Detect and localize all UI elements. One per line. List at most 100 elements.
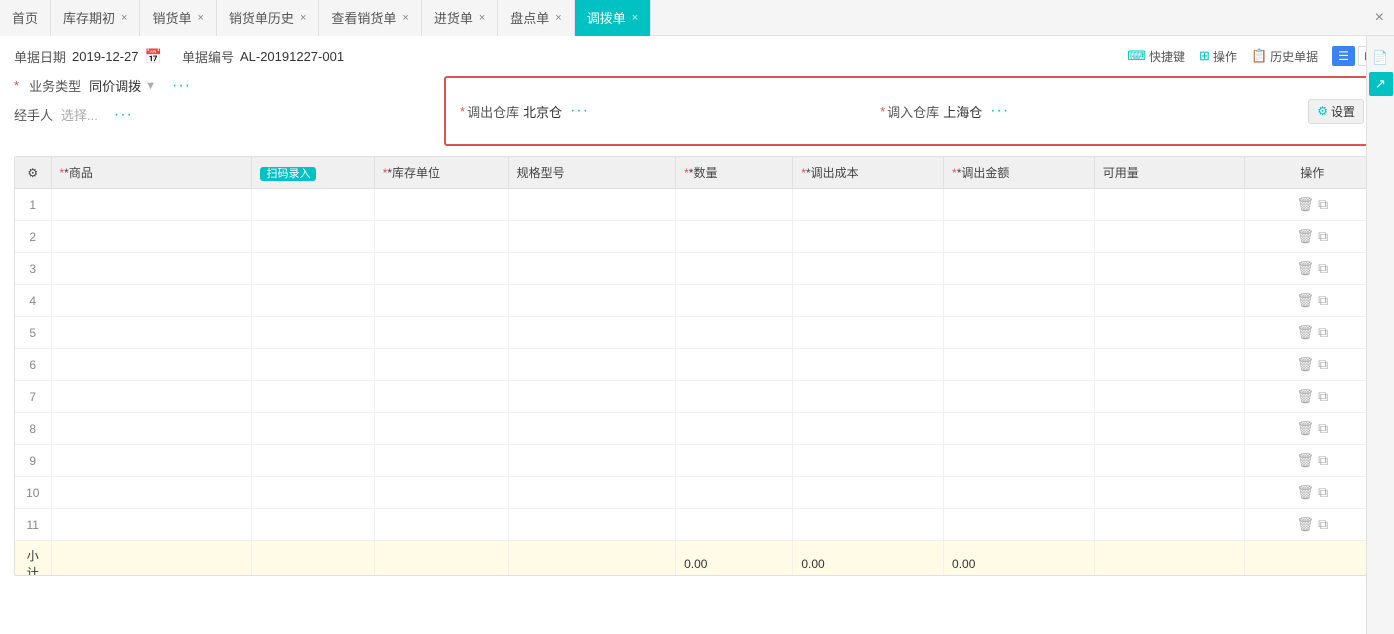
table-cell[interactable]	[374, 349, 508, 381]
table-cell[interactable]	[374, 381, 508, 413]
table-cell[interactable]	[793, 413, 944, 445]
settings-button[interactable]: ⚙ 设置	[1308, 99, 1364, 124]
copy-row-btn[interactable]: ⧉	[1318, 420, 1328, 436]
table-cell[interactable]	[508, 381, 675, 413]
table-cell[interactable]	[944, 509, 1095, 541]
table-cell[interactable]	[252, 445, 374, 477]
tab-transfer[interactable]: 调拨单 ×	[575, 0, 651, 36]
table-cell[interactable]	[374, 413, 508, 445]
copy-row-btn[interactable]: ⧉	[1318, 516, 1328, 532]
table-cell[interactable]	[944, 253, 1095, 285]
close-view-sales[interactable]: ×	[402, 12, 408, 24]
table-cell[interactable]	[374, 445, 508, 477]
table-cell[interactable]	[944, 445, 1095, 477]
table-cell[interactable]	[374, 221, 508, 253]
calendar-icon[interactable]: 📅	[145, 48, 162, 65]
sidebar-export-btn[interactable]: ↗	[1369, 72, 1393, 96]
copy-row-btn[interactable]: ⧉	[1318, 452, 1328, 468]
table-cell[interactable]	[252, 349, 374, 381]
scan-badge[interactable]: 扫码录入	[260, 167, 316, 181]
tab-inventory-check[interactable]: 盘点单 ×	[498, 0, 574, 36]
table-cell[interactable]	[793, 477, 944, 509]
table-cell[interactable]	[51, 445, 252, 477]
close-purchase[interactable]: ×	[479, 12, 485, 24]
biz-type-more[interactable]: ···	[172, 77, 191, 95]
table-cell[interactable]	[508, 253, 675, 285]
table-cell[interactable]	[252, 509, 374, 541]
delete-row-btn[interactable]: 🗑	[1296, 484, 1314, 500]
tab-sales-order[interactable]: 销货单 ×	[140, 0, 216, 36]
tab-inventory-init[interactable]: 库存期初 ×	[51, 0, 140, 36]
table-cell[interactable]	[252, 221, 374, 253]
out-warehouse-value[interactable]: 北京仓	[523, 102, 562, 121]
th-gear[interactable]: ⚙	[15, 157, 51, 189]
copy-row-btn[interactable]: ⧉	[1318, 228, 1328, 244]
close-inventory-init[interactable]: ×	[121, 12, 127, 24]
biz-type-select[interactable]: 同价调拨 ▼	[89, 76, 156, 95]
table-cell[interactable]	[374, 509, 508, 541]
table-cell[interactable]	[676, 221, 793, 253]
table-cell[interactable]	[508, 349, 675, 381]
table-cell[interactable]	[252, 253, 374, 285]
table-cell[interactable]	[51, 317, 252, 349]
delete-row-btn[interactable]: 🗑	[1296, 516, 1314, 532]
operations-btn[interactable]: ⊞ 操作	[1199, 48, 1237, 65]
sidebar-doc-btn[interactable]: 📄	[1369, 46, 1393, 70]
table-cell[interactable]	[508, 221, 675, 253]
copy-row-btn[interactable]: ⧉	[1318, 196, 1328, 212]
table-cell[interactable]	[374, 189, 508, 221]
table-cell[interactable]	[51, 477, 252, 509]
table-cell[interactable]	[793, 317, 944, 349]
table-cell[interactable]	[676, 253, 793, 285]
table-cell[interactable]	[51, 253, 252, 285]
table-cell[interactable]	[508, 509, 675, 541]
table-cell[interactable]	[793, 509, 944, 541]
table-cell[interactable]	[51, 221, 252, 253]
close-inventory-check[interactable]: ×	[555, 12, 561, 24]
close-all-tabs[interactable]: ×	[1365, 9, 1394, 27]
table-cell[interactable]	[793, 221, 944, 253]
table-cell[interactable]	[793, 349, 944, 381]
delete-row-btn[interactable]: 🗑	[1296, 420, 1314, 436]
copy-row-btn[interactable]: ⧉	[1318, 260, 1328, 276]
table-cell[interactable]	[676, 509, 793, 541]
delete-row-btn[interactable]: 🗑	[1296, 196, 1314, 212]
table-cell[interactable]	[944, 189, 1095, 221]
history-btn[interactable]: 📋 历史单据	[1251, 48, 1318, 65]
close-sales-history[interactable]: ×	[300, 12, 306, 24]
table-cell[interactable]	[944, 381, 1095, 413]
table-cell[interactable]	[252, 413, 374, 445]
table-cell[interactable]	[252, 477, 374, 509]
table-cell[interactable]	[793, 189, 944, 221]
table-cell[interactable]	[51, 381, 252, 413]
tab-home[interactable]: 首页	[0, 0, 51, 36]
table-cell[interactable]	[508, 413, 675, 445]
delete-row-btn[interactable]: 🗑	[1296, 228, 1314, 244]
table-cell[interactable]	[676, 189, 793, 221]
table-cell[interactable]	[508, 285, 675, 317]
handler-placeholder[interactable]: 选择...	[61, 105, 98, 124]
delete-row-btn[interactable]: 🗑	[1296, 452, 1314, 468]
table-cell[interactable]	[793, 253, 944, 285]
table-cell[interactable]	[252, 285, 374, 317]
table-cell[interactable]	[51, 285, 252, 317]
table-cell[interactable]	[944, 285, 1095, 317]
in-warehouse-value[interactable]: 上海仓	[943, 102, 982, 121]
table-cell[interactable]	[676, 285, 793, 317]
table-cell[interactable]	[508, 445, 675, 477]
table-cell[interactable]	[676, 477, 793, 509]
tab-sales-history[interactable]: 销货单历史 ×	[217, 0, 319, 36]
table-cell[interactable]	[51, 349, 252, 381]
table-cell[interactable]	[676, 413, 793, 445]
table-cell[interactable]	[252, 317, 374, 349]
delete-row-btn[interactable]: 🗑	[1296, 292, 1314, 308]
table-cell[interactable]	[944, 477, 1095, 509]
table-cell[interactable]	[944, 413, 1095, 445]
table-cell[interactable]	[51, 413, 252, 445]
close-sales-order[interactable]: ×	[197, 12, 203, 24]
table-cell[interactable]	[944, 349, 1095, 381]
table-cell[interactable]	[508, 477, 675, 509]
shortcuts-btn[interactable]: ⌨ 快捷键	[1127, 48, 1185, 65]
delete-row-btn[interactable]: 🗑	[1296, 260, 1314, 276]
delete-row-btn[interactable]: 🗑	[1296, 388, 1314, 404]
